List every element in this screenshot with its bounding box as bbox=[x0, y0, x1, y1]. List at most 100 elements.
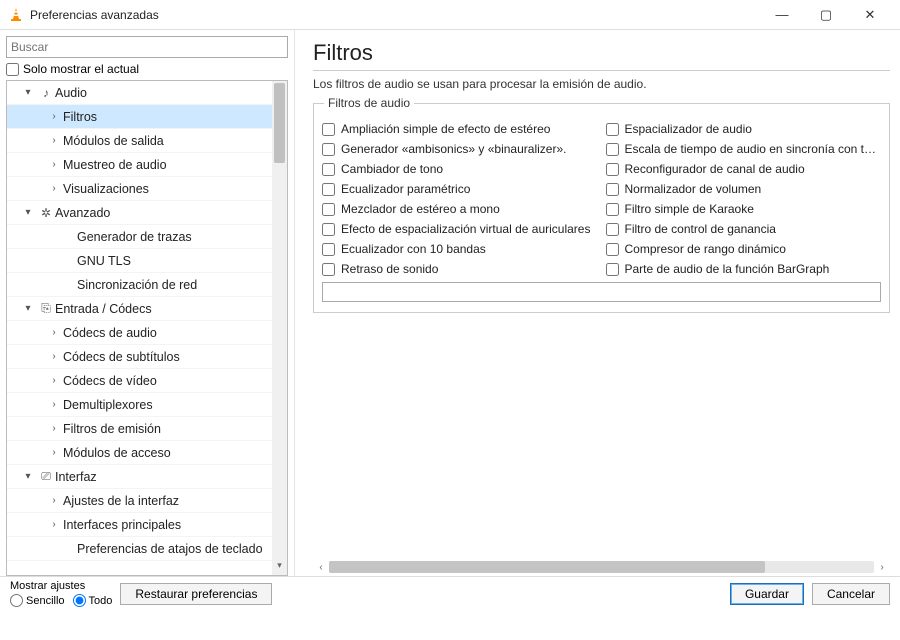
tree-item-label: Avanzado bbox=[55, 206, 287, 220]
filter-checkbox[interactable]: Efecto de espacialización virtual de aur… bbox=[322, 222, 598, 236]
filter-checkbox[interactable]: Filtro de control de ganancia bbox=[606, 222, 882, 236]
hscroll-thumb[interactable] bbox=[329, 561, 765, 573]
filter-checkbox[interactable]: Ecualizador paramétrico bbox=[322, 182, 598, 196]
filter-checkbox[interactable]: Escala de tiempo de audio en sincronía c… bbox=[606, 142, 882, 156]
hscroll-left-icon[interactable]: ‹ bbox=[313, 562, 329, 573]
tree-item[interactable]: ›Visualizaciones bbox=[7, 177, 287, 201]
filter-checkbox[interactable]: Mezclador de estéreo a mono bbox=[322, 202, 598, 216]
filter-checkbox[interactable]: Compresor de rango dinámico bbox=[606, 242, 882, 256]
checkbox[interactable] bbox=[322, 203, 335, 216]
checkbox[interactable] bbox=[606, 203, 619, 216]
tree-item[interactable]: ›Demultiplexores bbox=[7, 393, 287, 417]
save-button[interactable]: Guardar bbox=[730, 583, 804, 605]
tree-item[interactable]: Sincronización de red bbox=[7, 273, 287, 297]
filter-checkbox[interactable]: Espacializador de audio bbox=[606, 122, 882, 136]
tree-item[interactable]: ▾♪Audio bbox=[7, 81, 287, 105]
checkbox[interactable] bbox=[606, 243, 619, 256]
close-button[interactable]: ✕ bbox=[848, 0, 892, 30]
tree-item[interactable]: Generador de trazas bbox=[7, 225, 287, 249]
caret-icon[interactable]: › bbox=[45, 183, 63, 194]
reset-button[interactable]: Restaurar preferencias bbox=[120, 583, 272, 605]
tree-item[interactable]: ›Interfaces principales bbox=[7, 513, 287, 537]
checkbox[interactable] bbox=[322, 223, 335, 236]
tree-item[interactable]: ›Filtros bbox=[7, 105, 287, 129]
filter-checkbox[interactable]: Retraso de sonido bbox=[322, 262, 598, 276]
tree-item[interactable]: ›Códecs de audio bbox=[7, 321, 287, 345]
tree-item[interactable]: ›Ajustes de la interfaz bbox=[7, 489, 287, 513]
hscroll-track[interactable] bbox=[329, 561, 874, 573]
category-tree[interactable]: ▾♪Audio›Filtros›Módulos de salida›Muestr… bbox=[7, 81, 287, 575]
filter-text-input[interactable] bbox=[322, 282, 881, 302]
radio-all[interactable]: Todo bbox=[73, 594, 113, 607]
caret-icon[interactable]: ▾ bbox=[19, 471, 37, 482]
filter-label: Efecto de espacialización virtual de aur… bbox=[341, 222, 590, 236]
caret-icon[interactable]: › bbox=[45, 519, 63, 530]
checkbox[interactable] bbox=[322, 163, 335, 176]
checkbox[interactable] bbox=[606, 223, 619, 236]
caret-icon[interactable]: › bbox=[45, 447, 63, 458]
caret-icon[interactable]: › bbox=[45, 399, 63, 410]
tree-item-label: GNU TLS bbox=[77, 254, 287, 268]
checkbox[interactable] bbox=[322, 183, 335, 196]
tree-item[interactable]: ▾⎚Interfaz bbox=[7, 465, 287, 489]
checkbox[interactable] bbox=[606, 123, 619, 136]
caret-icon[interactable]: › bbox=[45, 327, 63, 338]
filter-checkbox[interactable]: Reconfigurador de canal de audio bbox=[606, 162, 882, 176]
hscroll-right-icon[interactable]: › bbox=[874, 562, 890, 573]
show-only-current-toggle[interactable]: Solo mostrar el actual bbox=[6, 62, 294, 76]
caret-icon[interactable]: ▾ bbox=[19, 87, 37, 98]
tree-item[interactable]: ›Muestreo de audio bbox=[7, 153, 287, 177]
tree-item[interactable]: ▾✲Avanzado bbox=[7, 201, 287, 225]
tree-item[interactable]: ›Módulos de acceso bbox=[7, 441, 287, 465]
tree-item[interactable]: GNU TLS bbox=[7, 249, 287, 273]
filter-label: Mezclador de estéreo a mono bbox=[341, 202, 500, 216]
checkbox[interactable] bbox=[606, 143, 619, 156]
checkbox[interactable] bbox=[322, 263, 335, 276]
main-panel: Filtros Los filtros de audio se usan par… bbox=[295, 30, 900, 576]
tree-item[interactable]: ›Módulos de salida bbox=[7, 129, 287, 153]
show-only-current-label: Solo mostrar el actual bbox=[23, 62, 139, 76]
caret-icon[interactable]: ▾ bbox=[19, 207, 37, 218]
filter-checkbox[interactable]: Filtro simple de Karaoke bbox=[606, 202, 882, 216]
checkbox[interactable] bbox=[606, 183, 619, 196]
scroll-down-icon[interactable]: ▾ bbox=[272, 560, 287, 575]
tree-item[interactable]: ▾⎘Entrada / Códecs bbox=[7, 297, 287, 321]
caret-icon[interactable]: ▾ bbox=[19, 303, 37, 314]
filter-checkbox[interactable]: Ecualizador con 10 bandas bbox=[322, 242, 598, 256]
horizontal-scrollbar[interactable]: ‹ › bbox=[313, 558, 890, 576]
caret-icon[interactable]: › bbox=[45, 375, 63, 386]
filter-checkbox[interactable]: Ampliación simple de efecto de estéreo bbox=[322, 122, 598, 136]
tree-item[interactable]: ›Códecs de subtítulos bbox=[7, 345, 287, 369]
tree-item-label: Sincronización de red bbox=[77, 278, 287, 292]
minimize-button[interactable]: — bbox=[760, 0, 804, 30]
caret-icon[interactable]: › bbox=[45, 351, 63, 362]
caret-icon[interactable]: › bbox=[45, 423, 63, 434]
cancel-button[interactable]: Cancelar bbox=[812, 583, 890, 605]
checkbox[interactable] bbox=[322, 243, 335, 256]
tree-item[interactable]: ›Códecs de vídeo bbox=[7, 369, 287, 393]
filter-checkbox[interactable]: Normalizador de volumen bbox=[606, 182, 882, 196]
filter-checkbox[interactable]: Generador «ambisonics» y «binauralizer». bbox=[322, 142, 598, 156]
group-legend: Filtros de audio bbox=[324, 96, 414, 110]
radio-simple[interactable]: Sencillo bbox=[10, 594, 65, 607]
filter-label: Ecualizador con 10 bandas bbox=[341, 242, 486, 256]
checkbox[interactable] bbox=[606, 263, 619, 276]
tree-item[interactable]: ›Filtros de emisión bbox=[7, 417, 287, 441]
checkbox[interactable] bbox=[322, 143, 335, 156]
maximize-button[interactable]: ▢ bbox=[804, 0, 848, 30]
caret-icon[interactable]: › bbox=[45, 159, 63, 170]
filter-checkbox[interactable]: Parte de audio de la función BarGraph bbox=[606, 262, 882, 276]
tree-item-label: Muestreo de audio bbox=[63, 158, 287, 172]
caret-icon[interactable]: › bbox=[45, 495, 63, 506]
checkbox[interactable] bbox=[322, 123, 335, 136]
sidebar: Solo mostrar el actual ▾♪Audio›Filtros›M… bbox=[0, 30, 295, 576]
tree-scrollbar[interactable]: ▴ ▾ bbox=[272, 81, 287, 575]
caret-icon[interactable]: › bbox=[45, 135, 63, 146]
caret-icon[interactable]: › bbox=[45, 111, 63, 122]
tree-item[interactable]: Preferencias de atajos de teclado bbox=[7, 537, 287, 561]
checkbox[interactable] bbox=[606, 163, 619, 176]
search-input[interactable] bbox=[6, 36, 288, 58]
scroll-thumb[interactable] bbox=[274, 83, 285, 163]
show-only-current-checkbox[interactable] bbox=[6, 63, 19, 76]
filter-checkbox[interactable]: Cambiador de tono bbox=[322, 162, 598, 176]
